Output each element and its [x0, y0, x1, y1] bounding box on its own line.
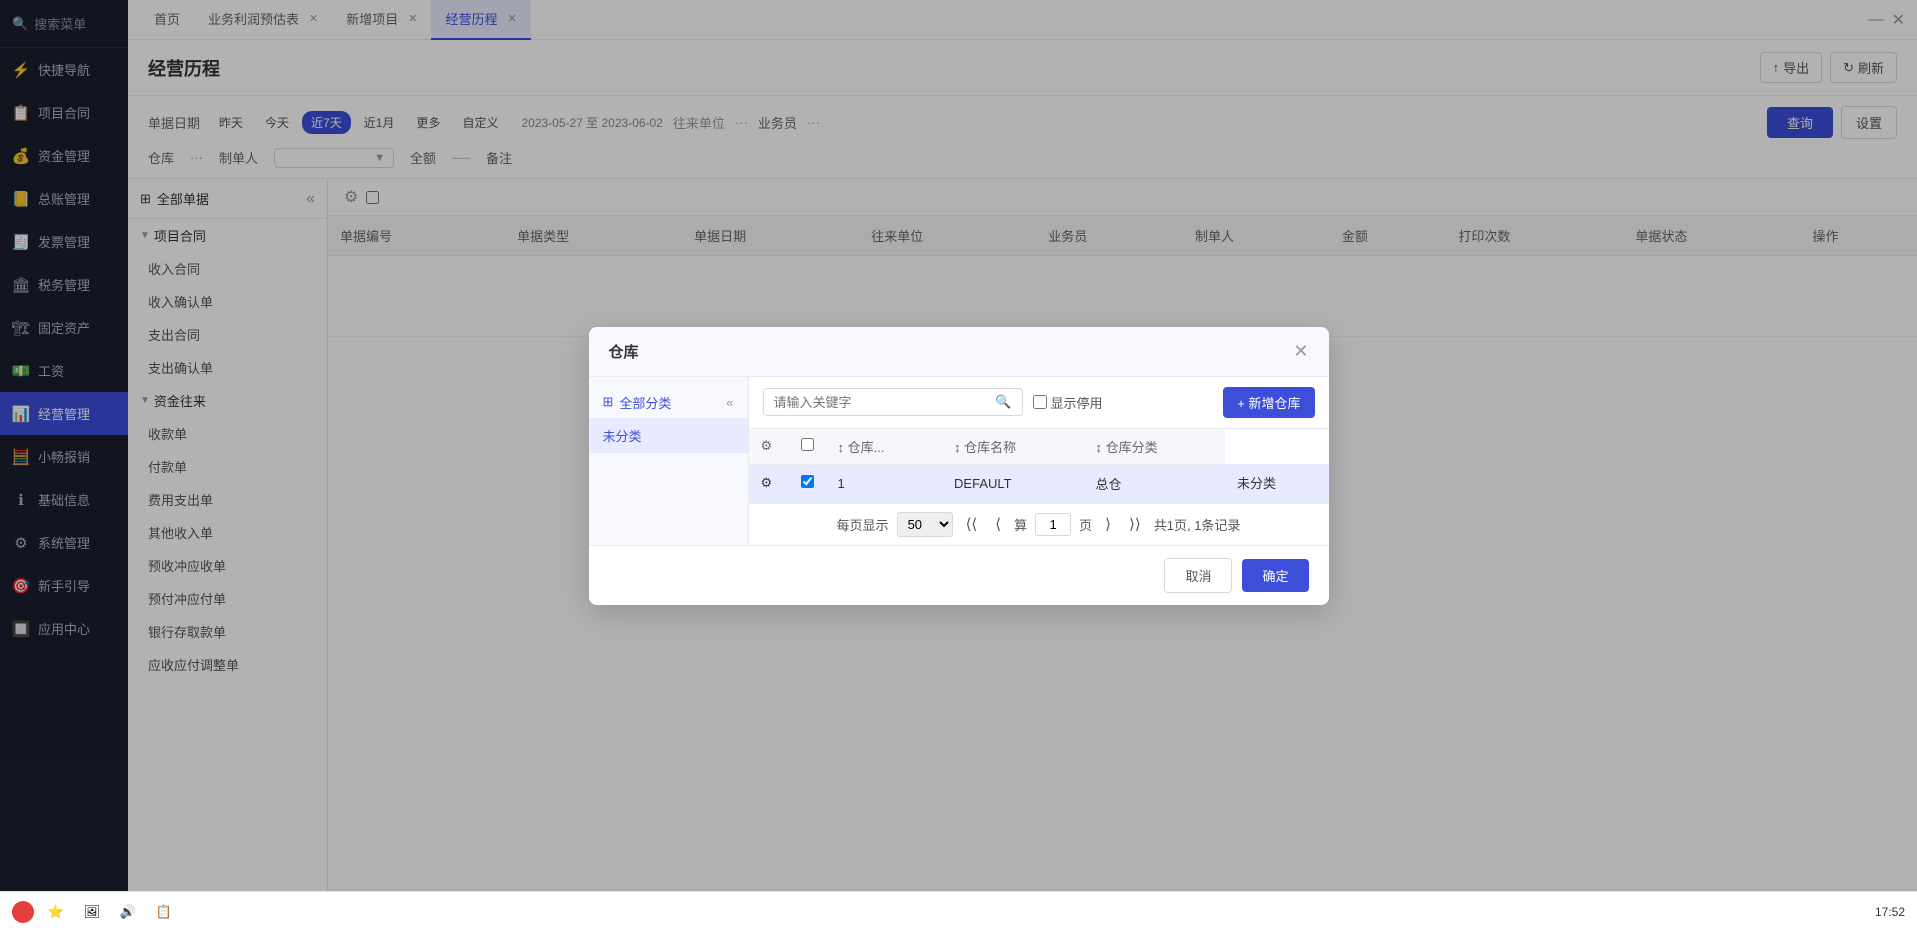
dialog-toolbar: 🔍 显示停用 + 新增仓库: [749, 377, 1329, 429]
row-check[interactable]: [801, 475, 814, 488]
taskbar-icon-3[interactable]: 🖼: [78, 898, 106, 926]
row-settings-icon: ⚙: [761, 475, 773, 490]
dialog-search-input[interactable]: [774, 395, 990, 410]
dialog-header: 仓库 ✕: [589, 327, 1329, 377]
row-checkbox[interactable]: [789, 464, 826, 502]
dialog-left-panel: ⊞ 全部分类 « 未分类: [589, 377, 749, 545]
collapse-left-icon[interactable]: «: [726, 395, 733, 410]
dialog-th-checkbox[interactable]: [789, 429, 826, 465]
show-disabled-container: 显示停用: [1033, 393, 1103, 412]
dialog-page-input[interactable]: [1035, 513, 1071, 536]
dialog-first-page-button[interactable]: ⟨⟨: [961, 513, 983, 535]
dialog-th-category[interactable]: ↕ 仓库分类: [1084, 429, 1225, 465]
modal-overlay: 仓库 ✕ ⊞ 全部分类 « 未分类 🔍: [0, 0, 1917, 931]
taskbar-icon-1[interactable]: [12, 901, 34, 923]
taskbar-icon-5[interactable]: 📋: [150, 898, 178, 926]
dialog-table-row[interactable]: ⚙ 1 DEFAULT 总仓 未分类: [749, 464, 1329, 502]
warehouse-dialog: 仓库 ✕ ⊞ 全部分类 « 未分类 🔍: [589, 327, 1329, 605]
dialog-prev-page-button[interactable]: ⟨: [990, 513, 1006, 535]
row-name: 总仓: [1084, 464, 1225, 502]
row-code: DEFAULT: [942, 464, 1083, 502]
dialog-next-page-button[interactable]: ⟩: [1100, 513, 1116, 535]
taskbar-right: 17:52: [1875, 905, 1905, 919]
dialog-pagination: 每页显示 50100 ⟨⟨ ⟨ 算 页 ⟩ ⟩⟩ 共1页, 1条记录: [749, 503, 1329, 545]
dialog-confirm-button[interactable]: 确定: [1242, 559, 1308, 592]
uncategorized-item[interactable]: 未分类: [589, 418, 748, 453]
taskbar-icon-2[interactable]: ⭐: [42, 898, 70, 926]
row-num: 1: [826, 464, 943, 502]
show-disabled-checkbox[interactable]: [1033, 395, 1047, 409]
show-disabled-label: 显示停用: [1051, 393, 1103, 412]
taskbar-left: ⭐ 🖼 🔊 📋: [12, 898, 178, 926]
row-settings[interactable]: ⚙: [749, 464, 789, 502]
dialog-table: ⚙ ↕ 仓库... ↕ 仓库名称 ↕ 仓库分类 ⚙ 1 DEFAULT 总仓 未…: [749, 429, 1329, 503]
dialog-right-panel: 🔍 显示停用 + 新增仓库 ⚙: [749, 377, 1329, 545]
dialog-last-page-button[interactable]: ⟩⟩: [1124, 513, 1146, 535]
dialog-table-area: ⚙ ↕ 仓库... ↕ 仓库名称 ↕ 仓库分类 ⚙ 1 DEFAULT 总仓 未…: [749, 429, 1329, 503]
dialog-close-button[interactable]: ✕: [1293, 341, 1308, 362]
dialog-per-page-select[interactable]: 50100: [897, 512, 953, 537]
dialog-body: ⊞ 全部分类 « 未分类 🔍 显示停用: [589, 377, 1329, 545]
dialog-th-code[interactable]: ↕ 仓库...: [826, 429, 943, 465]
dialog-page-label: 算: [1014, 515, 1027, 534]
dialog-title: 仓库: [609, 341, 639, 362]
add-warehouse-button[interactable]: + 新增仓库: [1223, 387, 1314, 418]
settings-icon: ⚙: [761, 438, 773, 453]
dialog-page-unit: 页: [1079, 515, 1092, 534]
row-category: 未分类: [1225, 464, 1329, 502]
taskbar-icon-4[interactable]: 🔊: [114, 898, 142, 926]
dialog-footer: 取消 确定: [589, 545, 1329, 605]
dialog-per-page-label: 每页显示: [837, 515, 889, 534]
taskbar: ⭐ 🖼 🔊 📋 17:52: [0, 891, 1917, 931]
dialog-cancel-button[interactable]: 取消: [1164, 558, 1232, 593]
dialog-select-all[interactable]: [801, 438, 814, 451]
dialog-search-container: 🔍: [763, 388, 1023, 416]
dialog-th-name[interactable]: ↕ 仓库名称: [942, 429, 1083, 465]
dialog-total: 共1页, 1条记录: [1154, 515, 1241, 534]
time-display: 17:52: [1875, 905, 1905, 919]
dialog-search-icon: 🔍: [995, 394, 1011, 410]
dialog-all-category[interactable]: ⊞ 全部分类 «: [589, 387, 748, 418]
dialog-th-settings[interactable]: ⚙: [749, 429, 789, 465]
category-icon: ⊞: [603, 394, 614, 410]
